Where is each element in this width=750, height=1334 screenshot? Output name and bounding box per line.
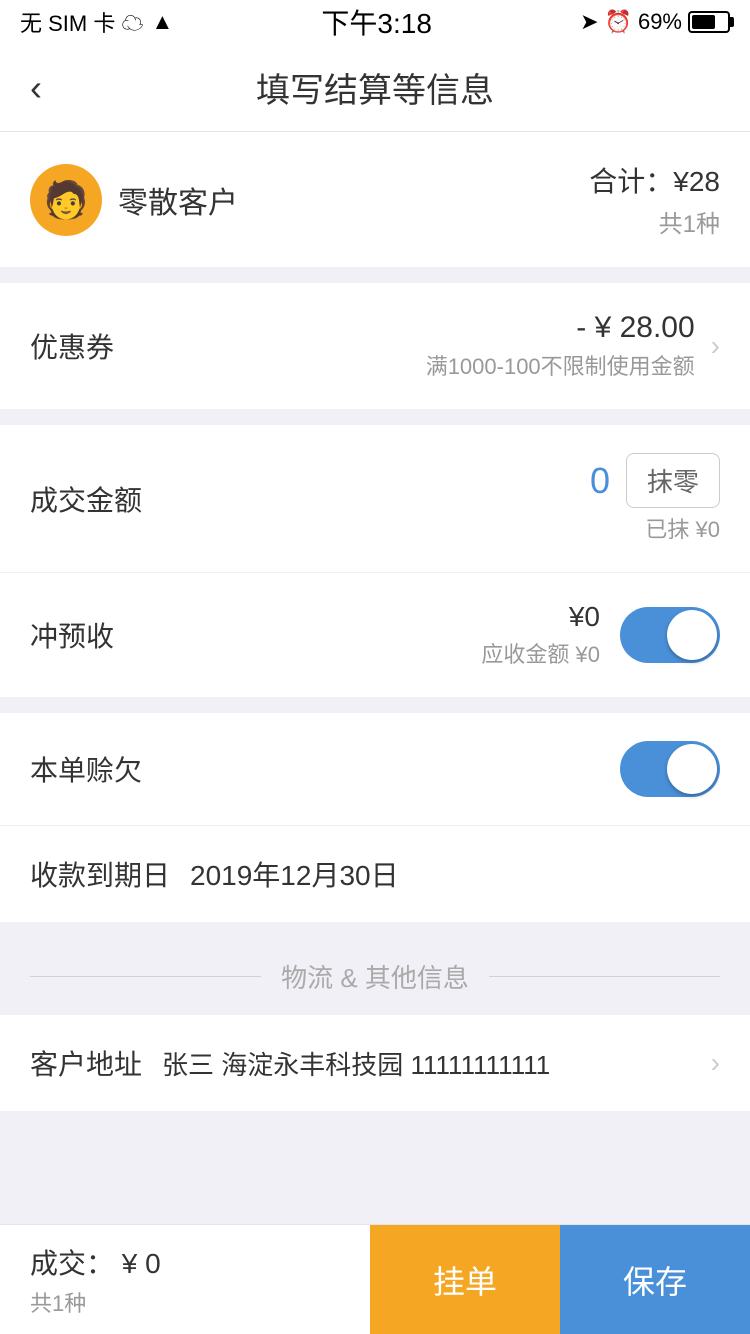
total-amount: 合计：¥28 [589, 160, 720, 200]
status-time: 下午3:18 [321, 2, 432, 42]
location-icon: ➤ [580, 9, 598, 35]
bottom-deal-amount: 成交： ¥ 0 [30, 1242, 340, 1282]
alarm-icon: ⏰ [605, 9, 632, 35]
battery-percent: 69% [638, 9, 682, 35]
bottom-deal-label: 成交： [30, 1248, 114, 1279]
hold-order-button[interactable]: 挂单 [370, 1225, 560, 1334]
debt-label: 本单赊欠 [30, 749, 142, 789]
chevron-right-icon: › [711, 330, 720, 362]
total-count: 共1种 [589, 204, 720, 239]
customer-row: 🧑 零散客户 合计：¥28 共1种 [0, 132, 750, 267]
debt-toggle-knob [667, 744, 717, 794]
save-button[interactable]: 保存 [560, 1225, 750, 1334]
status-left: 无 SIM 卡 ☁ ▲ [20, 6, 173, 38]
divider-line-left [30, 976, 261, 977]
customer-info: 🧑 零散客户 [30, 164, 238, 236]
no-sim-text: 无 SIM 卡 ☁ [20, 6, 143, 38]
round-zero-button[interactable]: 抹零 [626, 453, 720, 508]
debt-row: 本单赊欠 [0, 713, 750, 825]
debt-section: 本单赊欠 收款到期日 2019年12月30日 [0, 713, 750, 922]
deal-sub-text: 已抹 ¥0 [590, 512, 720, 544]
status-right: ➤ ⏰ 69% [580, 9, 730, 35]
coupon-right: - ¥ 28.00 满1000-100不限制使用金额 › [426, 311, 720, 381]
due-date-label: 收款到期日 [30, 854, 170, 894]
advance-toggle[interactable] [620, 607, 720, 663]
advance-right: ¥0 应收金额 ¥0 [481, 601, 720, 669]
divider-line-right [489, 976, 720, 977]
deal-amount-value: 0 [590, 460, 610, 502]
coupon-label: 优惠券 [30, 326, 114, 366]
avatar: 🧑 [30, 164, 102, 236]
coupon-description: 满1000-100不限制使用金额 [426, 349, 695, 381]
deal-right-row: 0 抹零 [590, 453, 720, 508]
advance-row: 冲预收 ¥0 应收金额 ¥0 [0, 573, 750, 697]
deal-amount-label: 成交金额 [30, 479, 142, 519]
toggle-knob [667, 610, 717, 660]
address-row[interactable]: 客户地址 张三 海淀永丰科技园 11111111111 › [0, 1015, 750, 1111]
address-label: 客户地址 [30, 1043, 142, 1083]
bottom-deal-value: ¥ 0 [122, 1248, 161, 1279]
bottom-count: 共1种 [30, 1286, 340, 1318]
payment-section: 成交金额 0 抹零 已抹 ¥0 冲预收 ¥0 应收金额 ¥0 [0, 425, 750, 697]
coupon-value-block: - ¥ 28.00 满1000-100不限制使用金额 [426, 311, 695, 381]
status-bar: 无 SIM 卡 ☁ ▲ 下午3:18 ➤ ⏰ 69% [0, 0, 750, 44]
bottom-info: 成交： ¥ 0 共1种 [0, 1242, 370, 1318]
avatar-icon: 🧑 [44, 179, 89, 221]
due-date-value: 2019年12月30日 [190, 854, 399, 894]
bottom-bar: 成交： ¥ 0 共1种 挂单 保存 [0, 1224, 750, 1334]
address-value: 张三 海淀永丰科技园 11111111111 [162, 1045, 711, 1082]
back-button[interactable]: ‹ [30, 67, 42, 109]
customer-total: 合计：¥28 共1种 [589, 160, 720, 239]
battery-icon [688, 11, 730, 33]
coupon-row[interactable]: 优惠券 - ¥ 28.00 满1000-100不限制使用金额 › [0, 283, 750, 409]
advance-value-block: ¥0 应收金额 ¥0 [481, 601, 600, 669]
coupon-discount: - ¥ 28.00 [426, 311, 695, 345]
address-chevron-icon: › [711, 1047, 720, 1079]
advance-amount: ¥0 [481, 601, 600, 633]
nav-bar: ‹ 填写结算等信息 [0, 44, 750, 132]
content-area: 🧑 零散客户 合计：¥28 共1种 优惠券 - ¥ 28.00 满1000-10… [0, 132, 750, 1241]
advance-receivable: 应收金额 ¥0 [481, 637, 600, 669]
advance-label: 冲预收 [30, 615, 114, 655]
page-title: 填写结算等信息 [256, 63, 494, 112]
debt-toggle[interactable] [620, 741, 720, 797]
customer-name: 零散客户 [118, 178, 238, 222]
divider-text: 物流 & 其他信息 [261, 958, 489, 995]
coupon-section: 优惠券 - ¥ 28.00 满1000-100不限制使用金额 › [0, 283, 750, 409]
wifi-icon: ▲ [151, 9, 173, 35]
deal-amount-row: 成交金额 0 抹零 已抹 ¥0 [0, 425, 750, 573]
deal-amount-right: 0 抹零 已抹 ¥0 [590, 453, 720, 544]
logistics-divider: 物流 & 其他信息 [0, 938, 750, 1015]
due-date-row: 收款到期日 2019年12月30日 [0, 825, 750, 922]
